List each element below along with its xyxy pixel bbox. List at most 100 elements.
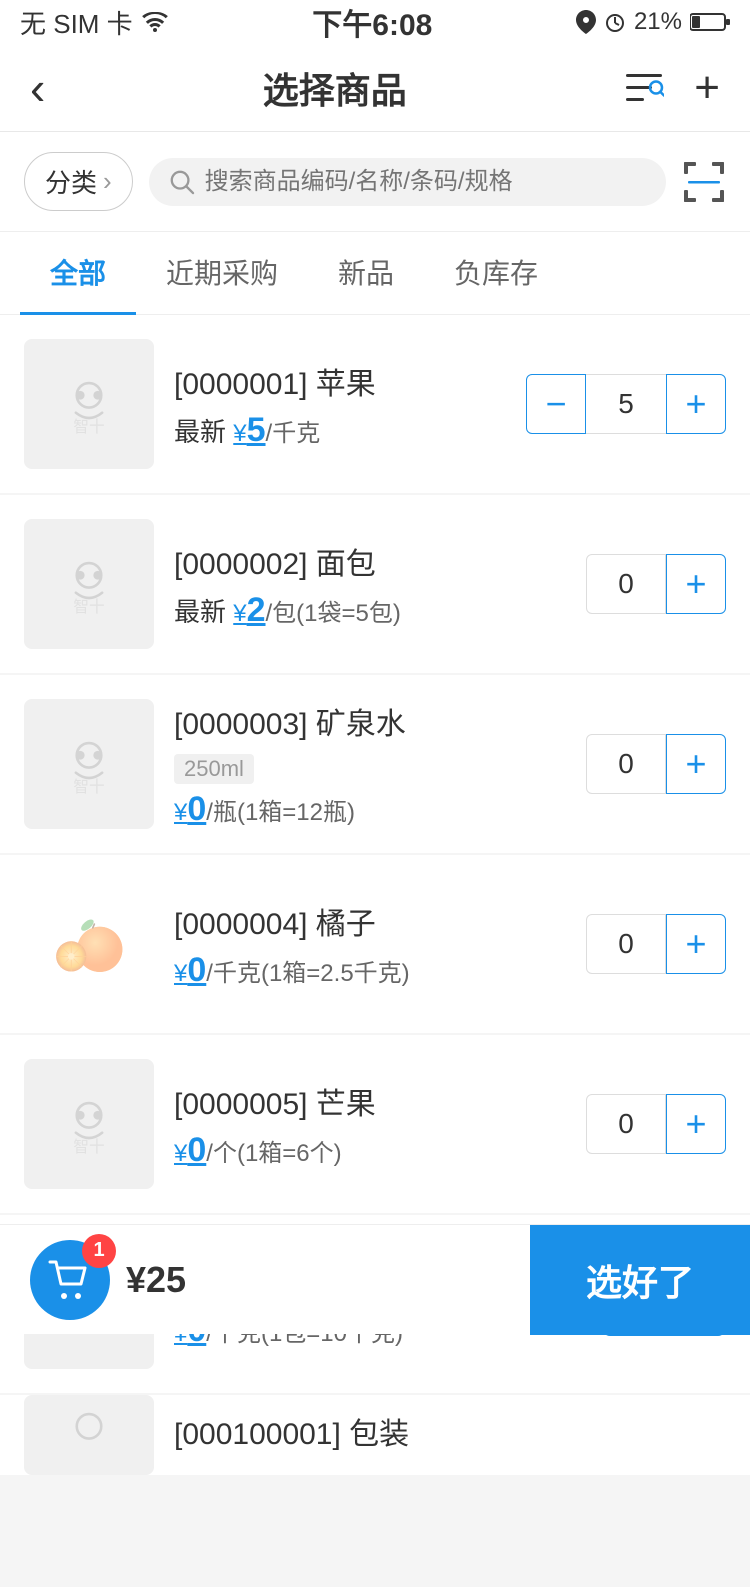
product-info: [000100001] 包装 xyxy=(174,1409,726,1461)
list-item: [0000004] 橘子 ¥0/千克(1箱=2.5千克) + xyxy=(0,855,750,1033)
location-icon xyxy=(576,10,596,34)
placeholder-icon: 智十 xyxy=(54,369,124,439)
svg-text:智十: 智十 xyxy=(73,778,105,796)
battery-label: 21% xyxy=(634,8,682,36)
price-unit: /包(1袋=5包) xyxy=(266,600,401,627)
nav-left: ‹ xyxy=(30,61,45,115)
tab-recent[interactable]: 近期采购 xyxy=(136,232,308,315)
product-info: [0000004] 橘子 ¥0/千克(1箱=2.5千克) xyxy=(174,899,566,990)
category-label: 分类 xyxy=(45,163,97,200)
product-name: [0000005] 芒果 xyxy=(174,1079,566,1123)
price-num: 0 xyxy=(187,951,206,989)
price-num: 0 xyxy=(187,790,206,828)
product-info: [0000003] 矿泉水 250ml ¥0/瓶(1箱=12瓶) xyxy=(174,699,566,829)
qty-input[interactable] xyxy=(586,374,666,434)
qty-control: + xyxy=(586,1094,726,1154)
product-info: [0000001] 苹果 最新 ¥5/千克 xyxy=(174,359,506,450)
list-item: 智十 [0000003] 矿泉水 250ml ¥0/瓶(1箱=12瓶) + xyxy=(0,675,750,853)
search-wrap xyxy=(149,158,666,206)
product-name: [0000001] 苹果 xyxy=(174,359,506,403)
cart-badge: 1 xyxy=(82,1234,116,1268)
price-num: 5 xyxy=(247,411,266,449)
qty-plus-button[interactable]: + xyxy=(666,1094,726,1154)
filter-icon[interactable] xyxy=(624,70,664,106)
tab-negative[interactable]: 负库存 xyxy=(424,232,568,315)
confirm-button[interactable]: 选好了 xyxy=(530,1225,750,1335)
product-image: 智十 xyxy=(24,339,154,469)
price-yen: ¥ xyxy=(233,420,246,447)
nav-right: + xyxy=(624,63,720,113)
qty-plus-button[interactable]: + xyxy=(666,554,726,614)
price-label: 最新 xyxy=(174,417,226,447)
category-arrow: › xyxy=(103,166,112,197)
product-name: [0000002] 面包 xyxy=(174,539,566,583)
product-image: 智十 xyxy=(24,699,154,829)
status-time: 下午6:08 xyxy=(312,0,432,44)
price-unit: /瓶(1箱=12瓶) xyxy=(206,799,355,826)
back-button[interactable]: ‹ xyxy=(30,61,45,115)
qty-input[interactable] xyxy=(586,734,666,794)
qty-input[interactable] xyxy=(586,554,666,614)
qty-plus-button[interactable]: + xyxy=(666,914,726,974)
qty-minus-button[interactable]: − xyxy=(526,374,586,434)
price-num: 2 xyxy=(247,591,266,629)
product-image xyxy=(24,1395,154,1475)
price-unit: /千克 xyxy=(266,420,321,447)
placeholder-icon: 智十 xyxy=(54,729,124,799)
svg-text:智十: 智十 xyxy=(73,418,105,436)
list-item: 智十 [0000002] 面包 最新 ¥2/包(1袋=5包) + xyxy=(0,495,750,673)
bottom-bar: 1 ¥25 选好了 xyxy=(0,1224,750,1334)
qty-input[interactable] xyxy=(586,1094,666,1154)
list-item: 智十 [0000001] 苹果 最新 ¥5/千克 − + xyxy=(0,315,750,493)
product-image: 智十 xyxy=(24,519,154,649)
product-image xyxy=(24,879,154,1009)
qty-plus-button[interactable]: + xyxy=(666,374,726,434)
product-price: 最新 ¥2/包(1袋=5包) xyxy=(174,591,566,630)
qty-control: − + xyxy=(526,374,726,434)
product-spec: 250ml xyxy=(174,754,254,784)
product-image: 智十 xyxy=(24,1059,154,1189)
tabs-bar: 全部 近期采购 新品 负库存 xyxy=(0,232,750,315)
price-yen: ¥ xyxy=(174,960,187,987)
price-unit: /千克(1箱=2.5千克) xyxy=(206,960,409,987)
product-price: ¥0/个(1箱=6个) xyxy=(174,1131,566,1170)
scan-icon[interactable] xyxy=(682,160,726,204)
placeholder-icon: 智十 xyxy=(54,1089,124,1159)
search-input[interactable] xyxy=(205,168,646,196)
svg-text:智十: 智十 xyxy=(73,598,105,616)
product-name: [0000003] 矿泉水 xyxy=(174,699,566,743)
status-right: 21% xyxy=(576,8,730,36)
category-button[interactable]: 分类 › xyxy=(24,152,133,211)
status-bar: 无 SIM 卡 下午6:08 21% xyxy=(0,0,750,44)
filter-bar: 分类 › xyxy=(0,132,750,232)
price-label: 最新 xyxy=(174,597,233,627)
add-button[interactable]: + xyxy=(694,63,720,113)
qty-plus-button[interactable]: + xyxy=(666,734,726,794)
status-left: 无 SIM 卡 xyxy=(20,4,169,41)
alarm-icon xyxy=(604,10,626,34)
product-name: [0000004] 橘子 xyxy=(174,899,566,943)
list-item: 智十 [0000005] 芒果 ¥0/个(1箱=6个) + xyxy=(0,1035,750,1213)
orange-image xyxy=(54,909,124,979)
product-price: 最新 ¥5/千克 xyxy=(174,411,506,450)
cart-icon-button[interactable]: 1 xyxy=(30,1240,110,1320)
carrier-label: 无 SIM 卡 xyxy=(20,4,133,41)
nav-title: 选择商品 xyxy=(263,62,407,114)
list-item: [000100001] 包装 xyxy=(0,1395,750,1475)
price-yen: ¥ xyxy=(174,1140,187,1167)
wifi-icon xyxy=(141,12,169,32)
tab-all[interactable]: 全部 xyxy=(20,232,136,315)
qty-control: + xyxy=(586,914,726,974)
cart-area: 1 ¥25 xyxy=(0,1240,530,1320)
price-yen: ¥ xyxy=(233,600,246,627)
cart-icon xyxy=(48,1260,92,1300)
product-name: [000100001] 包装 xyxy=(174,1409,726,1453)
cart-total-price: ¥25 xyxy=(126,1259,186,1301)
price-num: 0 xyxy=(187,1131,206,1169)
placeholder-icon xyxy=(54,1400,124,1470)
nav-bar: ‹ 选择商品 + xyxy=(0,44,750,132)
qty-input[interactable] xyxy=(586,914,666,974)
tab-new[interactable]: 新品 xyxy=(308,232,424,315)
battery-icon xyxy=(690,12,730,32)
price-yen: ¥ xyxy=(174,799,187,826)
